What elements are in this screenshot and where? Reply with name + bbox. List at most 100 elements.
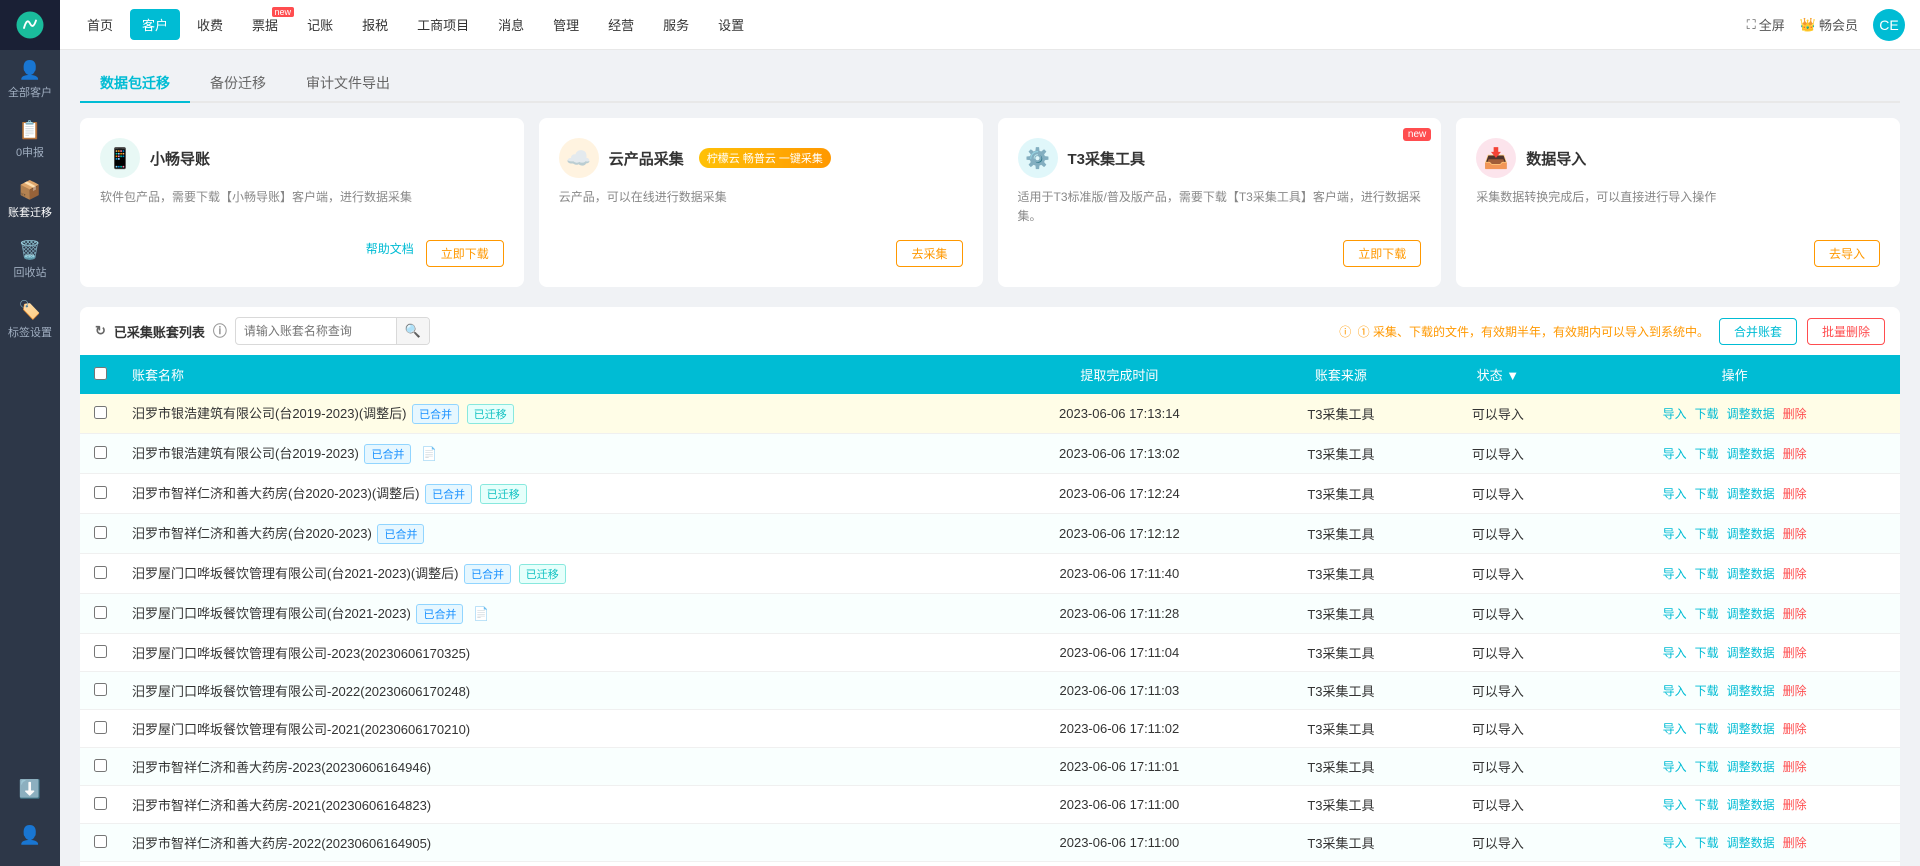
merge-accounts-btn[interactable]: 合并账套 (1719, 318, 1797, 345)
action-导入[interactable]: 导入 (1663, 646, 1687, 660)
refresh-icon[interactable]: ↻ (95, 323, 106, 339)
action-删除[interactable]: 删除 (1783, 646, 1807, 660)
action-删除[interactable]: 删除 (1783, 407, 1807, 421)
download-now-btn[interactable]: 立即下载 (426, 240, 504, 267)
action-删除[interactable]: 删除 (1783, 527, 1807, 541)
nav-manage[interactable]: 管理 (541, 9, 591, 40)
search-input[interactable] (236, 324, 396, 338)
action-导入[interactable]: 导入 (1663, 836, 1687, 850)
action-调整数据[interactable]: 调整数据 (1727, 447, 1775, 461)
go-import-btn[interactable]: 去导入 (1814, 240, 1880, 267)
action-调整数据[interactable]: 调整数据 (1727, 760, 1775, 774)
help-doc-link[interactable]: 帮助文档 (366, 240, 414, 267)
action-下载[interactable]: 下载 (1695, 722, 1719, 736)
row-checkbox[interactable] (94, 606, 107, 619)
nav-settings[interactable]: 设置 (706, 9, 756, 40)
row-checkbox[interactable] (94, 486, 107, 499)
action-导入[interactable]: 导入 (1663, 487, 1687, 501)
fullscreen-btn[interactable]: ⛶ 全屏 (1747, 15, 1785, 34)
row-checkbox[interactable] (94, 759, 107, 772)
row-checkbox[interactable] (94, 835, 107, 848)
action-下载[interactable]: 下载 (1695, 607, 1719, 621)
action-下载[interactable]: 下载 (1695, 407, 1719, 421)
nav-fee[interactable]: 收费 (185, 9, 235, 40)
action-导入[interactable]: 导入 (1663, 527, 1687, 541)
nav-tax[interactable]: 报税 (350, 9, 400, 40)
action-调整数据[interactable]: 调整数据 (1727, 646, 1775, 660)
sidebar-item-label-settings[interactable]: 🏷️ 标签设置 (0, 290, 60, 350)
row-checkbox[interactable] (94, 566, 107, 579)
file-icon[interactable]: 📄 (421, 446, 437, 461)
go-collect-btn[interactable]: 去采集 (896, 240, 962, 267)
sidebar-user[interactable]: 👤 (0, 815, 60, 856)
row-checkbox[interactable] (94, 406, 107, 419)
action-下载[interactable]: 下载 (1695, 760, 1719, 774)
action-调整数据[interactable]: 调整数据 (1727, 684, 1775, 698)
action-导入[interactable]: 导入 (1663, 407, 1687, 421)
action-删除[interactable]: 删除 (1783, 567, 1807, 581)
member-btn[interactable]: 👑 畅会员 (1800, 15, 1858, 34)
nav-message[interactable]: 消息 (486, 9, 536, 40)
action-删除[interactable]: 删除 (1783, 487, 1807, 501)
row-checkbox[interactable] (94, 446, 107, 459)
action-导入[interactable]: 导入 (1663, 798, 1687, 812)
action-下载[interactable]: 下载 (1695, 646, 1719, 660)
row-checkbox[interactable] (94, 683, 107, 696)
help-circle-icon[interactable]: ⓘ (213, 321, 227, 341)
action-下载[interactable]: 下载 (1695, 527, 1719, 541)
action-导入[interactable]: 导入 (1663, 447, 1687, 461)
action-导入[interactable]: 导入 (1663, 607, 1687, 621)
sidebar-logo[interactable] (0, 0, 60, 50)
action-调整数据[interactable]: 调整数据 (1727, 567, 1775, 581)
action-调整数据[interactable]: 调整数据 (1727, 607, 1775, 621)
row-checkbox[interactable] (94, 721, 107, 734)
action-调整数据[interactable]: 调整数据 (1727, 836, 1775, 850)
action-删除[interactable]: 删除 (1783, 607, 1807, 621)
action-下载[interactable]: 下载 (1695, 836, 1719, 850)
action-下载[interactable]: 下载 (1695, 684, 1719, 698)
file-icon[interactable]: 📄 (473, 606, 489, 621)
batch-delete-btn[interactable]: 批量删除 (1807, 318, 1885, 345)
avatar[interactable]: CE (1873, 9, 1905, 41)
action-删除[interactable]: 删除 (1783, 684, 1807, 698)
row-checkbox[interactable] (94, 526, 107, 539)
row-checkbox[interactable] (94, 645, 107, 658)
sidebar-item-all-clients[interactable]: 👤 全部客户 (0, 50, 60, 110)
sidebar-download[interactable]: ⬇️ (0, 769, 60, 810)
action-删除[interactable]: 删除 (1783, 447, 1807, 461)
nav-home[interactable]: 首页 (75, 9, 125, 40)
nav-service[interactable]: 服务 (651, 9, 701, 40)
action-下载[interactable]: 下载 (1695, 567, 1719, 581)
action-导入[interactable]: 导入 (1663, 567, 1687, 581)
tab-audit-export[interactable]: 审计文件导出 (286, 65, 410, 103)
tab-data-migration[interactable]: 数据包迁移 (80, 65, 190, 103)
search-button[interactable]: 🔍 (396, 317, 429, 345)
action-导入[interactable]: 导入 (1663, 760, 1687, 774)
action-下载[interactable]: 下载 (1695, 447, 1719, 461)
action-调整数据[interactable]: 调整数据 (1727, 722, 1775, 736)
action-调整数据[interactable]: 调整数据 (1727, 527, 1775, 541)
action-删除[interactable]: 删除 (1783, 760, 1807, 774)
action-调整数据[interactable]: 调整数据 (1727, 798, 1775, 812)
nav-bookkeeping[interactable]: 记账 (295, 9, 345, 40)
nav-business[interactable]: 工商项目 (405, 9, 481, 40)
download-t3-btn[interactable]: 立即下载 (1343, 240, 1421, 267)
action-删除[interactable]: 删除 (1783, 722, 1807, 736)
action-调整数据[interactable]: 调整数据 (1727, 487, 1775, 501)
row-checkbox[interactable] (94, 797, 107, 810)
action-调整数据[interactable]: 调整数据 (1727, 407, 1775, 421)
tab-backup-migration[interactable]: 备份迁移 (190, 65, 286, 103)
sidebar-item-account-migration[interactable]: 📦 账套迁移 (0, 170, 60, 230)
sidebar-item-recycle-bin[interactable]: 🗑️ 回收站 (0, 230, 60, 290)
nav-invoice[interactable]: 票据 new (240, 9, 290, 40)
action-导入[interactable]: 导入 (1663, 684, 1687, 698)
nav-client[interactable]: 客户 (130, 9, 180, 40)
select-all-checkbox[interactable] (94, 367, 107, 380)
sidebar-item-zero-report[interactable]: 📋 0申报 (0, 110, 60, 170)
action-导入[interactable]: 导入 (1663, 722, 1687, 736)
action-删除[interactable]: 删除 (1783, 798, 1807, 812)
nav-operation[interactable]: 经营 (596, 9, 646, 40)
action-删除[interactable]: 删除 (1783, 836, 1807, 850)
action-下载[interactable]: 下载 (1695, 798, 1719, 812)
action-下载[interactable]: 下载 (1695, 487, 1719, 501)
